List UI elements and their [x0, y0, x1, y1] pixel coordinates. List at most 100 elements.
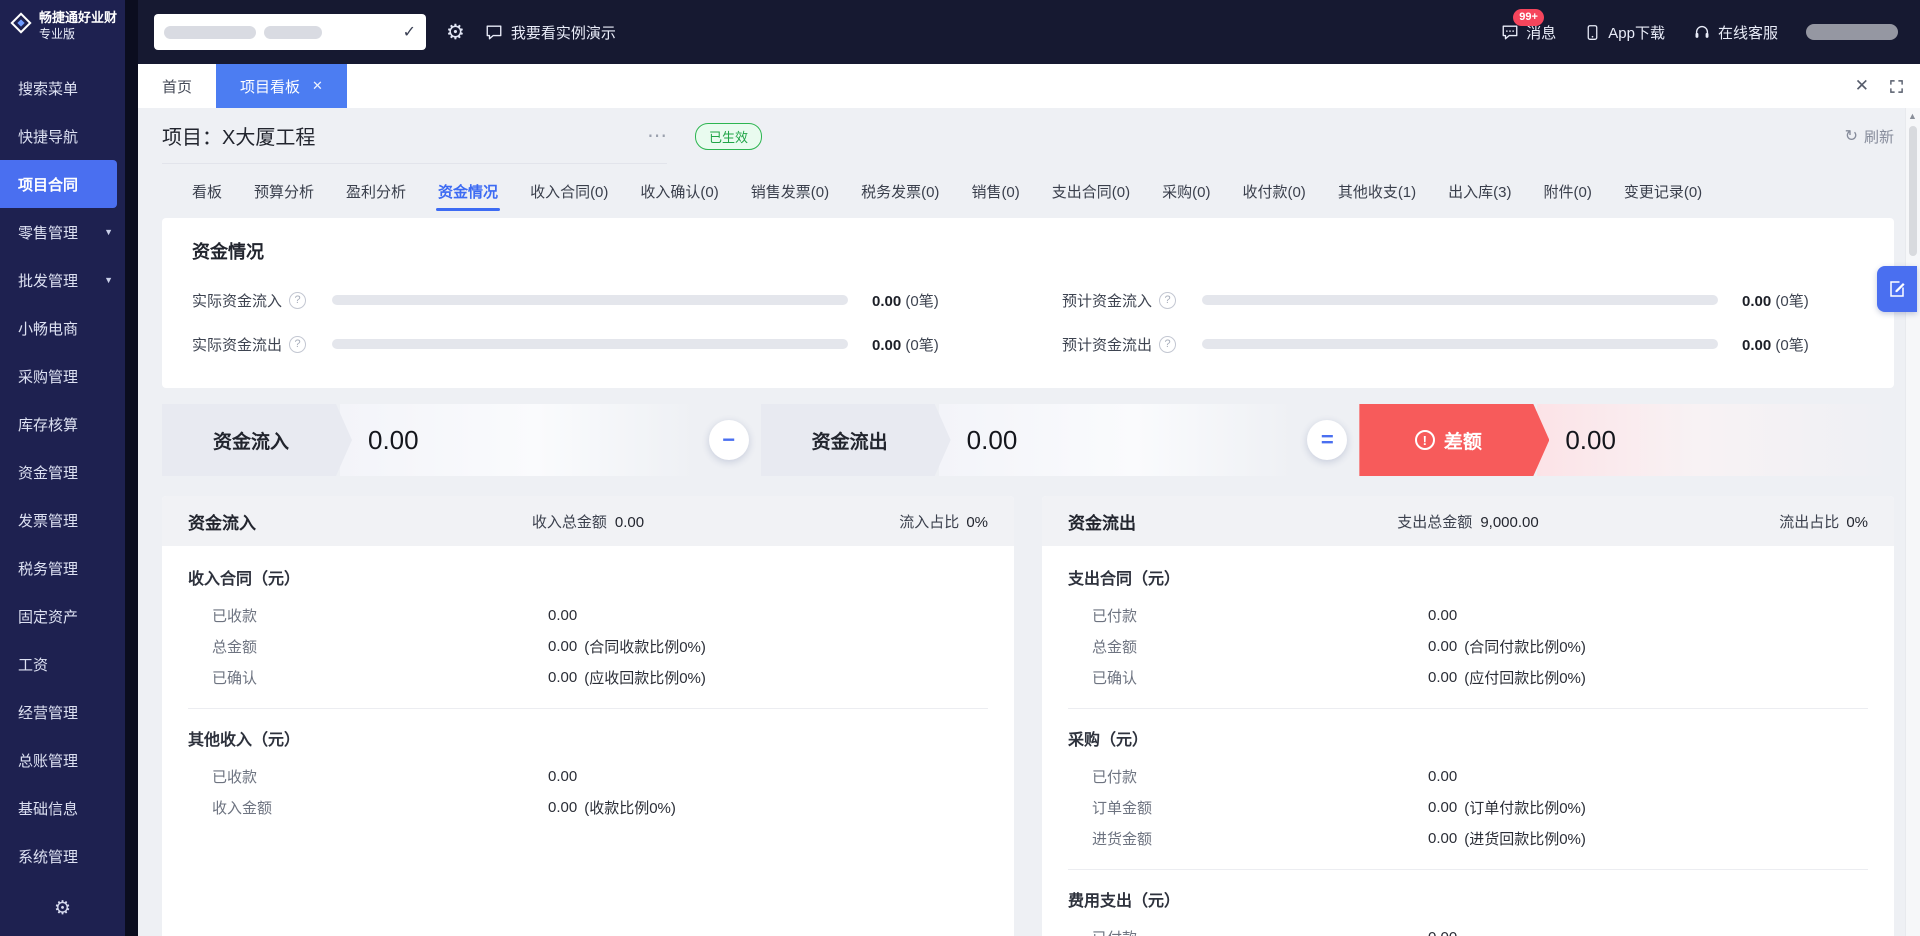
tab-tax-invoice[interactable]: 税务发票(0) [845, 164, 955, 218]
card-total-value: 0.00 [614, 513, 645, 531]
messages-button[interactable]: 99+ 消息 [1501, 8, 1556, 43]
sidebar-item-inventory[interactable]: 库存核算 [0, 400, 125, 448]
tab-profit-analysis[interactable]: 盈利分析 [330, 164, 422, 218]
difference-summary-label: ! 差额 [1359, 404, 1549, 476]
tab-sales[interactable]: 销售(0) [955, 164, 1035, 218]
row-label: 已收款 [212, 769, 258, 786]
card-title: 资金流入 [188, 513, 256, 533]
vertical-scrollbar[interactable]: ▲ [1905, 108, 1920, 936]
fund-row-value: 0.00 [872, 336, 902, 354]
card-total-label: 支出总金额 [1397, 513, 1473, 531]
tab-expense-contract[interactable]: 支出合同(0) [1036, 164, 1146, 218]
progress-bar [332, 295, 848, 305]
sidebar-item-project-contract[interactable]: 项目合同 [0, 160, 117, 208]
censored-text-blob [164, 25, 256, 39]
project-selector[interactable]: 项目：X大厦工程 ⋯ [162, 108, 667, 164]
sidebar-item-invoice[interactable]: 发票管理 [0, 496, 125, 544]
tab-payments[interactable]: 收付款(0) [1226, 164, 1321, 218]
brand: 畅捷通好业财 专业版 [0, 0, 125, 64]
caret-down-icon: ▼ [104, 275, 113, 285]
detail-row: 总金额 0.00 (合同收款比例0%) [188, 631, 988, 662]
sidebar-item-quick-nav[interactable]: 快捷导航 [0, 112, 125, 160]
sidebar-item-base-info[interactable]: 基础信息 [0, 784, 125, 832]
app-download-button[interactable]: App下载 [1584, 22, 1665, 43]
check-icon[interactable]: ✓ [403, 22, 416, 42]
quick-note-tool-button[interactable] [1877, 266, 1917, 312]
tab-sales-invoice[interactable]: 销售发票(0) [735, 164, 845, 218]
help-icon[interactable]: ? [289, 335, 307, 353]
messages-count-badge: 99+ [1513, 8, 1544, 26]
funds-overview-panel: 资金情况 实际资金流入? 0.00 (0笔) 预计资金流入? 0.00 (0笔)… [162, 218, 1894, 388]
card-total-value: 9,000.00 [1480, 513, 1539, 531]
sidebar-item-operations[interactable]: 经营管理 [0, 688, 125, 736]
sidebar-item-wholesale[interactable]: 批发管理 ▼ [0, 256, 125, 304]
tab-purchase[interactable]: 采购(0) [1146, 164, 1226, 218]
tab-board[interactable]: 看板 [176, 164, 238, 218]
summary-label-text: 资金流出 [811, 431, 888, 453]
row-note: (应收回款比例0%) [584, 670, 706, 687]
sidebar-item-ecommerce[interactable]: 小畅电商 [0, 304, 125, 352]
sidebar-item-general-ledger[interactable]: 总账管理 [0, 736, 125, 784]
online-support-label: 在线客服 [1717, 24, 1778, 42]
help-icon[interactable]: ? [289, 291, 307, 309]
sidebar-item-retail[interactable]: 零售管理 ▼ [0, 208, 125, 256]
account-search-input[interactable]: ✓ [154, 14, 426, 50]
tab-attachments[interactable]: 附件(0) [1528, 164, 1608, 218]
sidebar-item-system[interactable]: 系统管理 [0, 832, 125, 880]
tab-inbound-outbound[interactable]: 出入库(3) [1432, 164, 1527, 218]
help-icon[interactable]: ? [1159, 335, 1177, 353]
row-value: 0.00 [1428, 638, 1458, 655]
tab-budget-analysis[interactable]: 预算分析 [238, 164, 330, 218]
detail-row: 已付款 0.00 [1068, 922, 1868, 936]
sidebar-item-label: 采购管理 [18, 368, 79, 386]
tab-income-confirm[interactable]: 收入确认(0) [624, 164, 734, 218]
sidebar-item-funds[interactable]: 资金管理 [0, 448, 125, 496]
more-options-icon[interactable]: ⋯ [647, 123, 667, 148]
status-badge: 已生效 [695, 122, 763, 150]
section-heading: 支出合同（元） [1068, 571, 1181, 588]
row-label: 进货金额 [1092, 831, 1153, 848]
tab-funds-status[interactable]: 资金情况 [422, 164, 514, 218]
phone-icon [1584, 24, 1601, 41]
tab-income-contract[interactable]: 收入合同(0) [514, 164, 624, 218]
close-tab-icon[interactable]: ✕ [312, 78, 323, 94]
fund-row-expected-inflow: 预计资金流入? 0.00 (0笔) [1062, 278, 1860, 322]
sidebar-item-tax[interactable]: 税务管理 [0, 544, 125, 592]
warning-icon: ! [1415, 430, 1435, 450]
detail-row: 进货金额 0.00 (进货回款比例0%) [1068, 823, 1868, 854]
row-value: 0.00 [1428, 768, 1458, 785]
fullscreen-icon[interactable] [1889, 79, 1904, 94]
project-nav-tabs: 看板 预算分析 盈利分析 资金情况 收入合同(0) 收入确认(0) 销售发票(0… [162, 164, 1894, 218]
online-support-button[interactable]: 在线客服 [1693, 22, 1778, 43]
sidebar-item-label: 搜索菜单 [18, 80, 79, 98]
window-tab-home[interactable]: 首页 [138, 64, 216, 108]
sidebar-item-label: 经营管理 [18, 704, 79, 722]
close-all-icon[interactable]: ✕ [1855, 76, 1869, 96]
sidebar-item-search-menu[interactable]: 搜索菜单 [0, 64, 125, 112]
row-note: (订单付款比例0%) [1464, 800, 1586, 817]
user-account-menu[interactable] [1806, 24, 1898, 40]
progress-bar [1202, 339, 1718, 349]
help-icon[interactable]: ? [1159, 291, 1177, 309]
sidebar: 畅捷通好业财 专业版 搜索菜单 快捷导航 项目合同 零售管理 ▼ 批发管理 ▼ 小畅… [0, 0, 125, 936]
scrollbar-thumb[interactable] [1909, 126, 1917, 256]
settings-gear-icon[interactable]: ⚙ [54, 897, 71, 920]
tab-change-log[interactable]: 变更记录(0) [1608, 164, 1718, 218]
outflow-summary-value: 0.00 [938, 404, 1296, 476]
tab-other-income-expense[interactable]: 其他收支(1) [1322, 164, 1432, 218]
demo-link[interactable]: 我要看实例演示 [485, 22, 616, 43]
caret-down-icon: ▼ [104, 227, 113, 237]
scroll-up-icon[interactable]: ▲ [1908, 111, 1917, 121]
sidebar-item-payroll[interactable]: 工资 [0, 640, 125, 688]
gear-icon[interactable]: ⚙ [446, 20, 465, 45]
refresh-button[interactable]: ↻ 刷新 [1845, 126, 1894, 147]
outflow-detail-card: 资金流出 支出总金额 9,000.00 流出占比 0% 支出合同（元） 已付款 0.… [1042, 496, 1894, 936]
sidebar-item-purchasing[interactable]: 采购管理 [0, 352, 125, 400]
window-tab-project-board[interactable]: 项目看板 ✕ [216, 64, 347, 108]
card-total-label: 收入总金额 [531, 513, 607, 531]
window-tab-label: 项目看板 [240, 78, 301, 96]
sidebar-item-fixed-assets[interactable]: 固定资产 [0, 592, 125, 640]
sidebar-item-label: 资金管理 [18, 464, 79, 482]
app-download-label: App下载 [1608, 24, 1665, 42]
row-note: (进货回款比例0%) [1464, 831, 1586, 848]
